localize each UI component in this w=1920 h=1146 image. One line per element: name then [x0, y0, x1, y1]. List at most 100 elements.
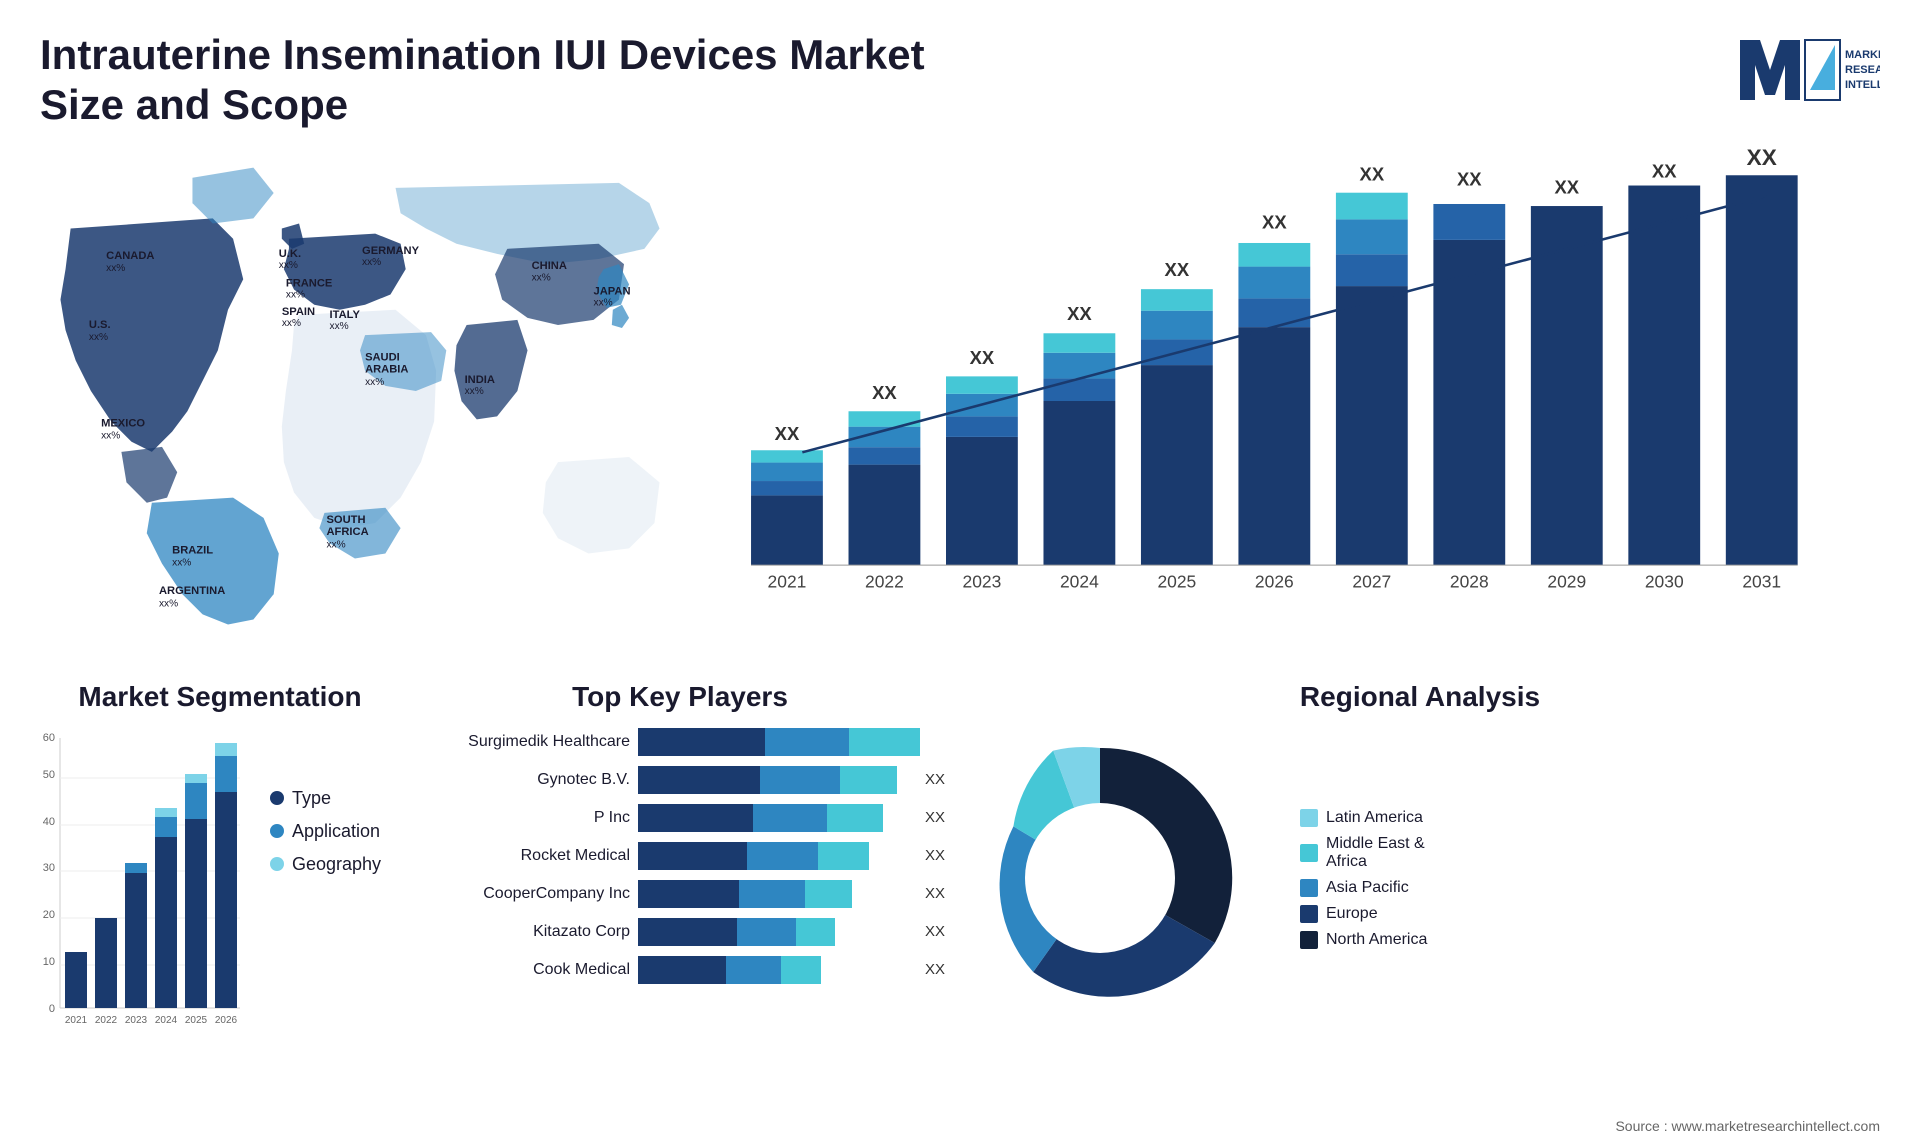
- svg-text:2025: 2025: [185, 1015, 208, 1026]
- svg-text:xx%: xx%: [465, 386, 484, 397]
- svg-text:XX: XX: [1652, 160, 1677, 181]
- svg-text:xx%: xx%: [362, 257, 381, 268]
- type-dot: [270, 791, 284, 805]
- map-section: CANADA xx% U.S. xx% MEXICO xx% BRAZIL xx…: [30, 141, 690, 641]
- svg-text:SAUDI: SAUDI: [365, 351, 400, 363]
- svg-text:20: 20: [43, 909, 55, 921]
- key-players-title: Top Key Players: [430, 681, 930, 713]
- svg-text:XX: XX: [1457, 168, 1482, 189]
- svg-text:2024: 2024: [155, 1015, 178, 1026]
- legend-geography: Geography: [270, 854, 381, 875]
- world-map-svg: CANADA xx% U.S. xx% MEXICO xx% BRAZIL xx…: [30, 141, 690, 641]
- legend-asia-pacific: Asia Pacific: [1300, 879, 1427, 897]
- bar-seg1: [638, 880, 739, 908]
- svg-text:CANADA: CANADA: [106, 250, 154, 262]
- svg-text:2031: 2031: [1742, 572, 1781, 592]
- asia-pacific-label: Asia Pacific: [1326, 879, 1409, 897]
- player-xx: XX: [925, 961, 945, 978]
- key-players-section: Top Key Players Surgimedik Healthcare Gy…: [430, 681, 930, 1131]
- latin-america-label: Latin America: [1326, 809, 1423, 827]
- svg-text:2026: 2026: [1255, 572, 1294, 592]
- svg-text:FRANCE: FRANCE: [286, 277, 332, 289]
- svg-text:SOUTH: SOUTH: [326, 514, 365, 526]
- bottom-area: Market Segmentation 0 10 20 30 40 50 60: [0, 661, 1920, 1141]
- player-bar-container: XX: [638, 842, 920, 870]
- svg-text:XX: XX: [1262, 211, 1287, 232]
- svg-text:2030: 2030: [1645, 572, 1684, 592]
- svg-text:INTELLECT: INTELLECT: [1845, 79, 1880, 91]
- segmentation-bar-svg: 0 10 20 30 40 50 60: [30, 728, 250, 1048]
- bar-seg2: [737, 918, 796, 946]
- svg-text:xx%: xx%: [89, 332, 108, 343]
- svg-text:2021: 2021: [65, 1015, 88, 1026]
- svg-text:JAPAN: JAPAN: [594, 285, 631, 297]
- svg-text:2021: 2021: [768, 572, 807, 592]
- segmentation-chart-area: 0 10 20 30 40 50 60: [30, 728, 410, 1048]
- svg-text:ARGENTINA: ARGENTINA: [159, 585, 225, 597]
- bar-seg2: [765, 728, 850, 756]
- legend-type-label: Type: [292, 788, 331, 809]
- application-dot: [270, 824, 284, 838]
- svg-text:xx%: xx%: [330, 321, 349, 332]
- svg-text:xx%: xx%: [159, 598, 178, 609]
- player-name: P Inc: [440, 809, 630, 827]
- middle-east-box: [1300, 844, 1318, 862]
- svg-text:2022: 2022: [95, 1015, 118, 1026]
- player-row: Surgimedik Healthcare: [440, 728, 920, 756]
- svg-text:MARKET: MARKET: [1845, 49, 1880, 61]
- bar-seg1: [638, 842, 747, 870]
- svg-text:ITALY: ITALY: [330, 309, 361, 321]
- bar-seg3: [805, 880, 852, 908]
- svg-text:10: 10: [43, 956, 55, 968]
- bar-seg2: [726, 956, 781, 984]
- legend-latin-america: Latin America: [1300, 809, 1427, 827]
- bar-seg1: [638, 766, 760, 794]
- svg-text:U.K.: U.K.: [279, 248, 301, 260]
- svg-text:ARABIA: ARABIA: [365, 364, 408, 376]
- svg-text:XX: XX: [1554, 177, 1579, 198]
- player-row: Rocket Medical XX: [440, 842, 920, 870]
- svg-text:xx%: xx%: [282, 318, 301, 329]
- svg-text:2023: 2023: [963, 572, 1002, 592]
- svg-text:xx%: xx%: [365, 377, 384, 388]
- player-name: Surgimedik Healthcare: [440, 733, 630, 751]
- bar-seg1: [638, 956, 726, 984]
- legend-geography-label: Geography: [292, 854, 381, 875]
- svg-text:30: 30: [43, 862, 55, 874]
- page-title: Intrauterine Insemination IUI Devices Ma…: [40, 30, 940, 131]
- player-bar-container: XX: [638, 918, 920, 946]
- player-xx: XX: [925, 847, 945, 864]
- svg-text:2029: 2029: [1547, 572, 1586, 592]
- north-america-label: North America: [1326, 931, 1427, 949]
- bar-seg1: [638, 918, 737, 946]
- player-name: Cook Medical: [440, 961, 630, 979]
- svg-text:0: 0: [49, 1003, 55, 1015]
- bar-seg2: [760, 766, 840, 794]
- player-xx: XX: [925, 885, 945, 902]
- north-america-box: [1300, 931, 1318, 949]
- bar-seg2: [753, 804, 827, 832]
- content-area: CANADA xx% U.S. xx% MEXICO xx% BRAZIL xx…: [0, 141, 1920, 661]
- logo-area: MARKET RESEARCH INTELLECT: [1720, 30, 1880, 110]
- svg-text:XX: XX: [1165, 259, 1190, 280]
- player-row: Cook Medical XX: [440, 956, 920, 984]
- svg-text:GERMANY: GERMANY: [362, 245, 420, 257]
- player-name: Rocket Medical: [440, 847, 630, 865]
- svg-text:XX: XX: [1747, 145, 1777, 170]
- player-name: Gynotec B.V.: [440, 771, 630, 789]
- player-row: Kitazato Corp XX: [440, 918, 920, 946]
- svg-text:60: 60: [43, 732, 55, 744]
- player-xx: XX: [925, 923, 945, 940]
- player-bar-container: XX: [638, 880, 920, 908]
- svg-text:xx%: xx%: [532, 272, 551, 283]
- svg-text:XX: XX: [970, 347, 995, 368]
- player-row: Gynotec B.V. XX: [440, 766, 920, 794]
- bar-seg3: [781, 956, 821, 984]
- latin-america-box: [1300, 809, 1318, 827]
- svg-text:xx%: xx%: [101, 431, 120, 442]
- segmentation-section: Market Segmentation 0 10 20 30 40 50 60: [30, 681, 410, 1131]
- regional-section: Regional Analysis: [950, 681, 1890, 1131]
- legend-europe: Europe: [1300, 905, 1427, 923]
- svg-text:xx%: xx%: [286, 289, 305, 300]
- svg-text:xx%: xx%: [279, 260, 298, 271]
